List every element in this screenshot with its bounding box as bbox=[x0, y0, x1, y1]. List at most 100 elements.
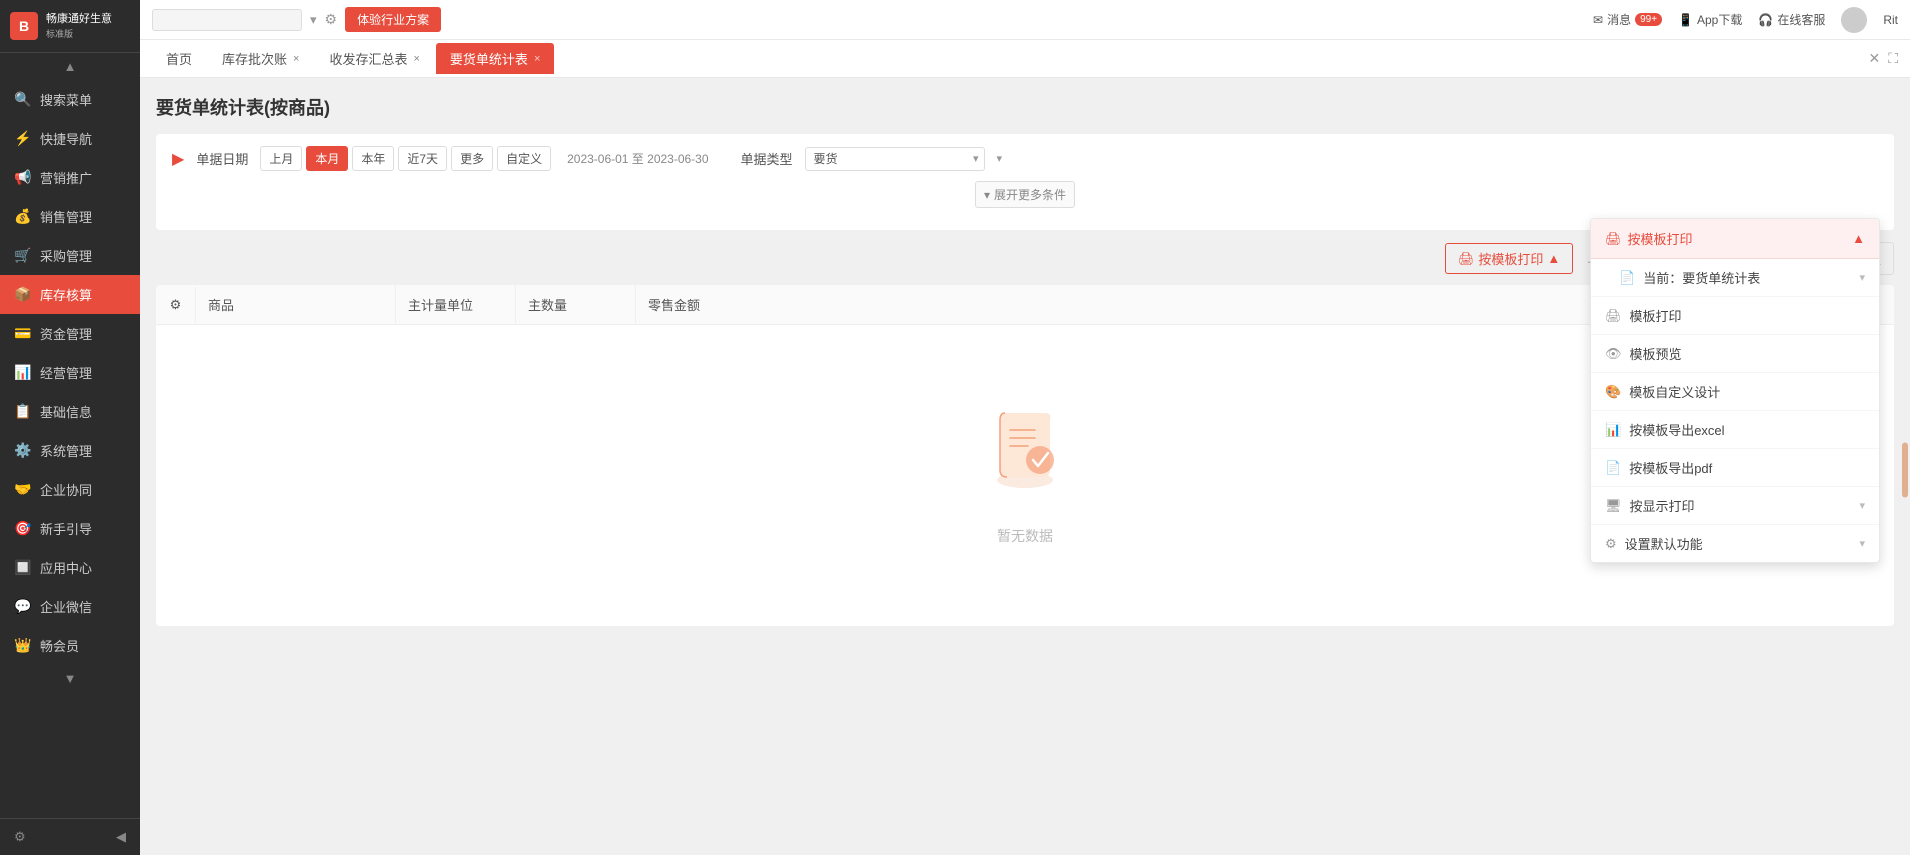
dropdown-item-current[interactable]: 📄 当前：要货单统计表 ▾ bbox=[1591, 259, 1879, 297]
topbar-gear-icon[interactable]: ⚙ bbox=[325, 11, 338, 28]
dropdown-excel-icon: 📊 bbox=[1605, 422, 1621, 438]
date-btn-custom[interactable]: 自定义 bbox=[497, 146, 551, 171]
dropdown-item-preview[interactable]: 👁 模板预览 bbox=[1591, 335, 1879, 373]
dropdown-item-preview-label: 模板预览 bbox=[1630, 344, 1682, 363]
sidebar-item-marketing[interactable]: 📢 营销推广 bbox=[0, 158, 140, 197]
tab-inventory-batch-close[interactable]: × bbox=[293, 53, 299, 65]
headset-icon: 🎧 bbox=[1758, 13, 1773, 27]
date-range-display: 2023-06-01 至 2023-06-30 bbox=[567, 150, 708, 167]
sidebar-item-system-label: 系统管理 bbox=[40, 441, 92, 460]
sidebar-item-system[interactable]: ⚙️ 系统管理 bbox=[0, 431, 140, 470]
main-panel: ▾ ⚙ 体验行业方案 ✉ 消息 99+ 📱 App下载 🎧 在线客服 Rit 首… bbox=[140, 0, 1910, 855]
dropdown-item-design-label: 模板自定义设计 bbox=[1629, 382, 1720, 401]
tab-order-stats-label: 要货单统计表 bbox=[450, 49, 528, 68]
dropdown-item-default-label: 设置默认功能 bbox=[1625, 534, 1703, 553]
tab-summary[interactable]: 收发存汇总表 × bbox=[315, 43, 433, 74]
dropdown-collapse-arrow[interactable]: ▲ bbox=[1852, 231, 1865, 246]
online-service-button[interactable]: 🎧 在线客服 bbox=[1758, 11, 1825, 28]
date-btn-thismonth[interactable]: 本月 bbox=[306, 146, 348, 171]
sidebar-item-wechat[interactable]: 💬 企业微信 bbox=[0, 587, 140, 626]
sidebar-item-finance-label: 资金管理 bbox=[40, 324, 92, 343]
topbar: ▾ ⚙ 体验行业方案 ✉ 消息 99+ 📱 App下载 🎧 在线客服 Rit bbox=[140, 0, 1910, 40]
dropdown-current-arrow: ▾ bbox=[1859, 271, 1865, 284]
tab-home[interactable]: 首页 bbox=[152, 43, 206, 74]
dropdown-current-sub: 当前：要货单统计表 ▾ bbox=[1643, 268, 1865, 287]
type-select-wrap: 要货 bbox=[805, 147, 985, 171]
sidebar-item-wechat-label: 企业微信 bbox=[40, 597, 92, 616]
promo-button[interactable]: 体验行业方案 bbox=[345, 7, 441, 32]
dropdown-default-icon: ⚙ bbox=[1605, 536, 1617, 552]
basics-icon: 📋 bbox=[14, 403, 32, 421]
column-settings-icon[interactable]: ⚙ bbox=[170, 297, 182, 312]
messages-button[interactable]: ✉ 消息 99+ bbox=[1593, 11, 1662, 28]
tab-inventory-batch-label: 库存批次账 bbox=[222, 49, 287, 68]
date-btn-more[interactable]: 更多 bbox=[451, 146, 493, 171]
avatar[interactable] bbox=[1841, 7, 1867, 33]
print-button[interactable]: 🖨 按模板打印 ▲ bbox=[1445, 243, 1573, 274]
message-icon: ✉ bbox=[1593, 13, 1603, 27]
type-select[interactable]: 要货 bbox=[805, 147, 985, 171]
dropdown-default-arrow: ▾ bbox=[1859, 537, 1865, 550]
tab-summary-close[interactable]: × bbox=[413, 53, 419, 65]
sidebar-item-operations[interactable]: 📊 经营管理 bbox=[0, 353, 140, 392]
tab-close-all-icon[interactable]: ✕ bbox=[1868, 50, 1880, 67]
table-col-amount: 零售金额 bbox=[636, 285, 756, 324]
search-icon: 🔍 bbox=[14, 91, 32, 109]
sidebar-settings-icon[interactable]: ⚙ bbox=[14, 829, 26, 845]
filter-expand-icon[interactable]: ▶ bbox=[172, 149, 184, 169]
sidebar-item-purchase[interactable]: 🛒 采购管理 bbox=[0, 236, 140, 275]
sidebar-scroll-up[interactable]: ▲ bbox=[0, 53, 140, 80]
app-download-label: App下载 bbox=[1697, 11, 1742, 28]
expand-conditions-button[interactable]: ▾ 展开更多条件 bbox=[975, 181, 1075, 208]
sidebar-item-basics-label: 基础信息 bbox=[40, 402, 92, 421]
sidebar-scroll-down[interactable]: ▼ bbox=[0, 665, 140, 692]
dropdown-item-print[interactable]: 🖨 模板打印 bbox=[1591, 297, 1879, 335]
page-content: 要货单统计表(按商品) ▶ 单据日期 上月 本月 本年 近7天 更多 自定义 2… bbox=[140, 78, 1910, 855]
tab-order-stats-close[interactable]: × bbox=[534, 53, 540, 65]
empty-text: 暂无数据 bbox=[997, 526, 1053, 546]
guide-icon: 🎯 bbox=[14, 520, 32, 538]
print-dropdown-arrow[interactable]: ▲ bbox=[1547, 251, 1560, 266]
sidebar-collapse-icon[interactable]: ◀ bbox=[116, 829, 126, 845]
sidebar-item-inventory[interactable]: 📦 库存核算 bbox=[0, 275, 140, 314]
current-doc-icon: 📄 bbox=[1619, 270, 1635, 286]
sidebar-item-appcenter[interactable]: 🔲 应用中心 bbox=[0, 548, 140, 587]
dropdown-title: 🖨 按模板打印 bbox=[1605, 229, 1693, 248]
page-title: 要货单统计表(按商品) bbox=[156, 94, 1894, 120]
sidebar-item-collab[interactable]: 🤝 企业协同 bbox=[0, 470, 140, 509]
topbar-dropdown-arrow[interactable]: ▾ bbox=[310, 12, 317, 28]
sidebar-item-finance[interactable]: 💳 资金管理 bbox=[0, 314, 140, 353]
dropdown-title-label: 按模板打印 bbox=[1628, 229, 1693, 248]
tab-inventory-batch[interactable]: 库存批次账 × bbox=[208, 43, 313, 74]
sidebar-item-appcenter-label: 应用中心 bbox=[40, 558, 92, 577]
dropdown-item-design[interactable]: 🎨 模板自定义设计 bbox=[1591, 373, 1879, 411]
tab-order-stats[interactable]: 要货单统计表 × bbox=[436, 43, 554, 74]
app-download-button[interactable]: 📱 App下载 bbox=[1678, 11, 1742, 28]
sidebar-item-purchase-label: 采购管理 bbox=[40, 246, 92, 265]
sidebar-item-search[interactable]: 🔍 搜索菜单 bbox=[0, 80, 140, 119]
topbar-search-input[interactable] bbox=[152, 9, 302, 31]
date-btn-7days[interactable]: 近7天 bbox=[398, 146, 447, 171]
sidebar-item-quicknav[interactable]: ⚡ 快捷导航 bbox=[0, 119, 140, 158]
right-scrollbar[interactable] bbox=[1902, 443, 1908, 498]
dropdown-item-pdf[interactable]: 📄 按模板导出pdf bbox=[1591, 449, 1879, 487]
dropdown-item-display-print[interactable]: 🖥 按显示打印 ▾ bbox=[1591, 487, 1879, 525]
dropdown-item-default[interactable]: ⚙ 设置默认功能 ▾ bbox=[1591, 525, 1879, 562]
sidebar-item-sales[interactable]: 💰 销售管理 bbox=[0, 197, 140, 236]
table-col-settings[interactable]: ⚙ bbox=[156, 287, 196, 323]
print-label: 按模板打印 bbox=[1478, 249, 1543, 268]
dropdown-design-icon: 🎨 bbox=[1605, 384, 1621, 400]
sidebar-item-guide[interactable]: 🎯 新手引导 bbox=[0, 509, 140, 548]
dropdown-default-sub: 设置默认功能 ▾ bbox=[1625, 534, 1865, 553]
sidebar-item-member[interactable]: 👑 畅会员 bbox=[0, 626, 140, 665]
tab-maximize-icon[interactable]: ⛶ bbox=[1888, 50, 1898, 67]
sidebar-footer: ⚙ ◀ bbox=[0, 818, 140, 855]
date-btn-lastmonth[interactable]: 上月 bbox=[260, 146, 302, 171]
dropdown-item-excel[interactable]: 📊 按模板导出excel bbox=[1591, 411, 1879, 449]
date-btn-thisyear[interactable]: 本年 bbox=[352, 146, 394, 171]
date-label: 单据日期 bbox=[196, 149, 248, 168]
empty-icon bbox=[980, 405, 1070, 514]
sidebar-item-basics[interactable]: 📋 基础信息 bbox=[0, 392, 140, 431]
sidebar-item-inventory-label: 库存核算 bbox=[40, 285, 92, 304]
sidebar-item-collab-label: 企业协同 bbox=[40, 480, 92, 499]
